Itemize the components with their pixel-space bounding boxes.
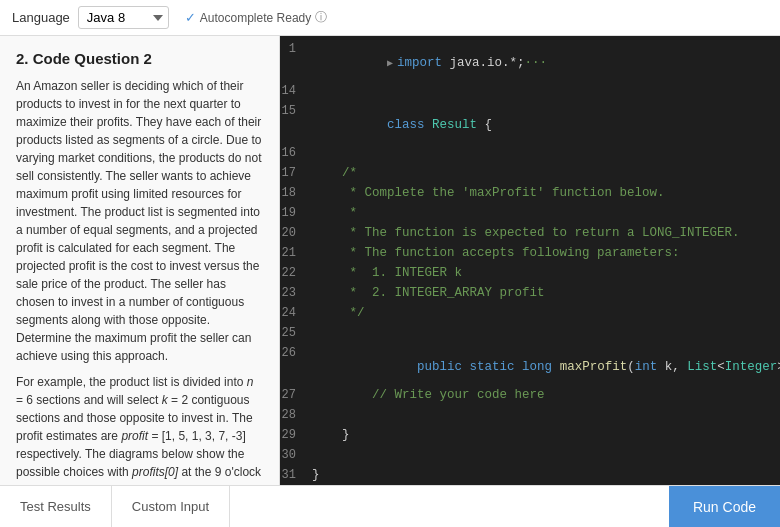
test-results-tab[interactable]: Test Results xyxy=(0,486,112,527)
line-num-21: 21 xyxy=(280,246,312,260)
code-area[interactable]: 1 ▶import java.io.*;··· 14 15 class Resu… xyxy=(280,36,780,485)
code-line-27: 27 // Write your code here xyxy=(280,388,780,408)
code-line-17: 17 /* xyxy=(280,166,780,186)
code-line-1: 1 ▶import java.io.*;··· xyxy=(280,42,780,84)
line-content-1: ▶import java.io.*;··· xyxy=(312,42,768,84)
question-title: 2. Code Question 2 xyxy=(16,50,263,67)
line-content-17: /* xyxy=(312,166,768,180)
run-code-button[interactable]: Run Code xyxy=(669,486,780,527)
line-content-24: */ xyxy=(312,306,768,320)
main-content: 2. Code Question 2 An Amazon seller is d… xyxy=(0,36,780,485)
code-line-19: 19 * xyxy=(280,206,780,226)
line-content-19: * xyxy=(312,206,768,220)
line-content-30 xyxy=(312,448,768,462)
line-num-1: 1 xyxy=(280,42,312,56)
autocomplete-status: ✓ Autocomplete Ready ⓘ xyxy=(185,9,327,26)
line-num-25: 25 xyxy=(280,326,312,340)
code-line-28: 28 xyxy=(280,408,780,428)
question-paragraph-1: An Amazon seller is deciding which of th… xyxy=(16,77,263,365)
code-line-18: 18 * Complete the 'maxProfit' function b… xyxy=(280,186,780,206)
line-content-25 xyxy=(312,326,768,340)
line-num-20: 20 xyxy=(280,226,312,240)
top-bar: Language Java 8 Python 3 C++ JavaScript … xyxy=(0,0,780,36)
line-content-22: * 1. INTEGER k xyxy=(312,266,768,280)
bottom-bar: Test Results Custom Input Run Code xyxy=(0,485,780,527)
line-num-18: 18 xyxy=(280,186,312,200)
code-line-21: 21 * The function accepts following para… xyxy=(280,246,780,266)
code-line-31: 31 } xyxy=(280,468,780,485)
line-content-27: // Write your code here xyxy=(312,388,768,402)
line-num-23: 23 xyxy=(280,286,312,300)
question-body: An Amazon seller is deciding which of th… xyxy=(16,77,263,485)
line-content-21: * The function accepts following paramet… xyxy=(312,246,768,260)
line-content-14 xyxy=(312,84,768,98)
info-icon[interactable]: ⓘ xyxy=(315,9,327,26)
code-line-23: 23 * 2. INTEGER_ARRAY profit xyxy=(280,286,780,306)
code-line-16: 16 xyxy=(280,146,780,166)
code-line-26: 26 public static long maxProfit(int k, L… xyxy=(280,346,780,388)
code-line-20: 20 * The function is expected to return … xyxy=(280,226,780,246)
line-content-18: * Complete the 'maxProfit' function belo… xyxy=(312,186,768,200)
line-num-30: 30 xyxy=(280,448,312,462)
code-line-30: 30 xyxy=(280,448,780,468)
language-select[interactable]: Java 8 Python 3 C++ JavaScript xyxy=(78,6,169,29)
code-line-14: 14 xyxy=(280,84,780,104)
code-line-29: 29 } xyxy=(280,428,780,448)
line-content-20: * The function is expected to return a L… xyxy=(312,226,768,240)
question-paragraph-2: For example, the product list is divided… xyxy=(16,373,263,485)
language-label: Language xyxy=(12,10,70,25)
line-num-26: 26 xyxy=(280,346,312,360)
line-num-22: 22 xyxy=(280,266,312,280)
left-panel: 2. Code Question 2 An Amazon seller is d… xyxy=(0,36,280,485)
code-line-24: 24 */ xyxy=(280,306,780,326)
line-content-31: } xyxy=(312,468,768,482)
custom-input-tab[interactable]: Custom Input xyxy=(112,486,230,527)
line-content-29: } xyxy=(312,428,768,442)
line-content-28 xyxy=(312,408,768,422)
line-content-26: public static long maxProfit(int k, List… xyxy=(312,346,780,388)
code-line-22: 22 * 1. INTEGER k xyxy=(280,266,780,286)
autocomplete-text: Autocomplete Ready xyxy=(200,11,311,25)
line-num-14: 14 xyxy=(280,84,312,98)
line-num-15: 15 xyxy=(280,104,312,118)
line-num-28: 28 xyxy=(280,408,312,422)
line-content-15: class Result { xyxy=(312,104,768,146)
line-num-31: 31 xyxy=(280,468,312,482)
line-num-16: 16 xyxy=(280,146,312,160)
code-line-15: 15 class Result { xyxy=(280,104,780,146)
line-num-29: 29 xyxy=(280,428,312,442)
code-editor[interactable]: 1 ▶import java.io.*;··· 14 15 class Resu… xyxy=(280,36,780,485)
autocomplete-check-icon: ✓ xyxy=(185,10,196,25)
line-num-17: 17 xyxy=(280,166,312,180)
line-content-23: * 2. INTEGER_ARRAY profit xyxy=(312,286,768,300)
line-num-19: 19 xyxy=(280,206,312,220)
fold-arrow-1[interactable]: ▶ xyxy=(387,58,393,69)
line-content-16 xyxy=(312,146,768,160)
line-num-27: 27 xyxy=(280,388,312,402)
code-line-25: 25 xyxy=(280,326,780,346)
line-num-24: 24 xyxy=(280,306,312,320)
